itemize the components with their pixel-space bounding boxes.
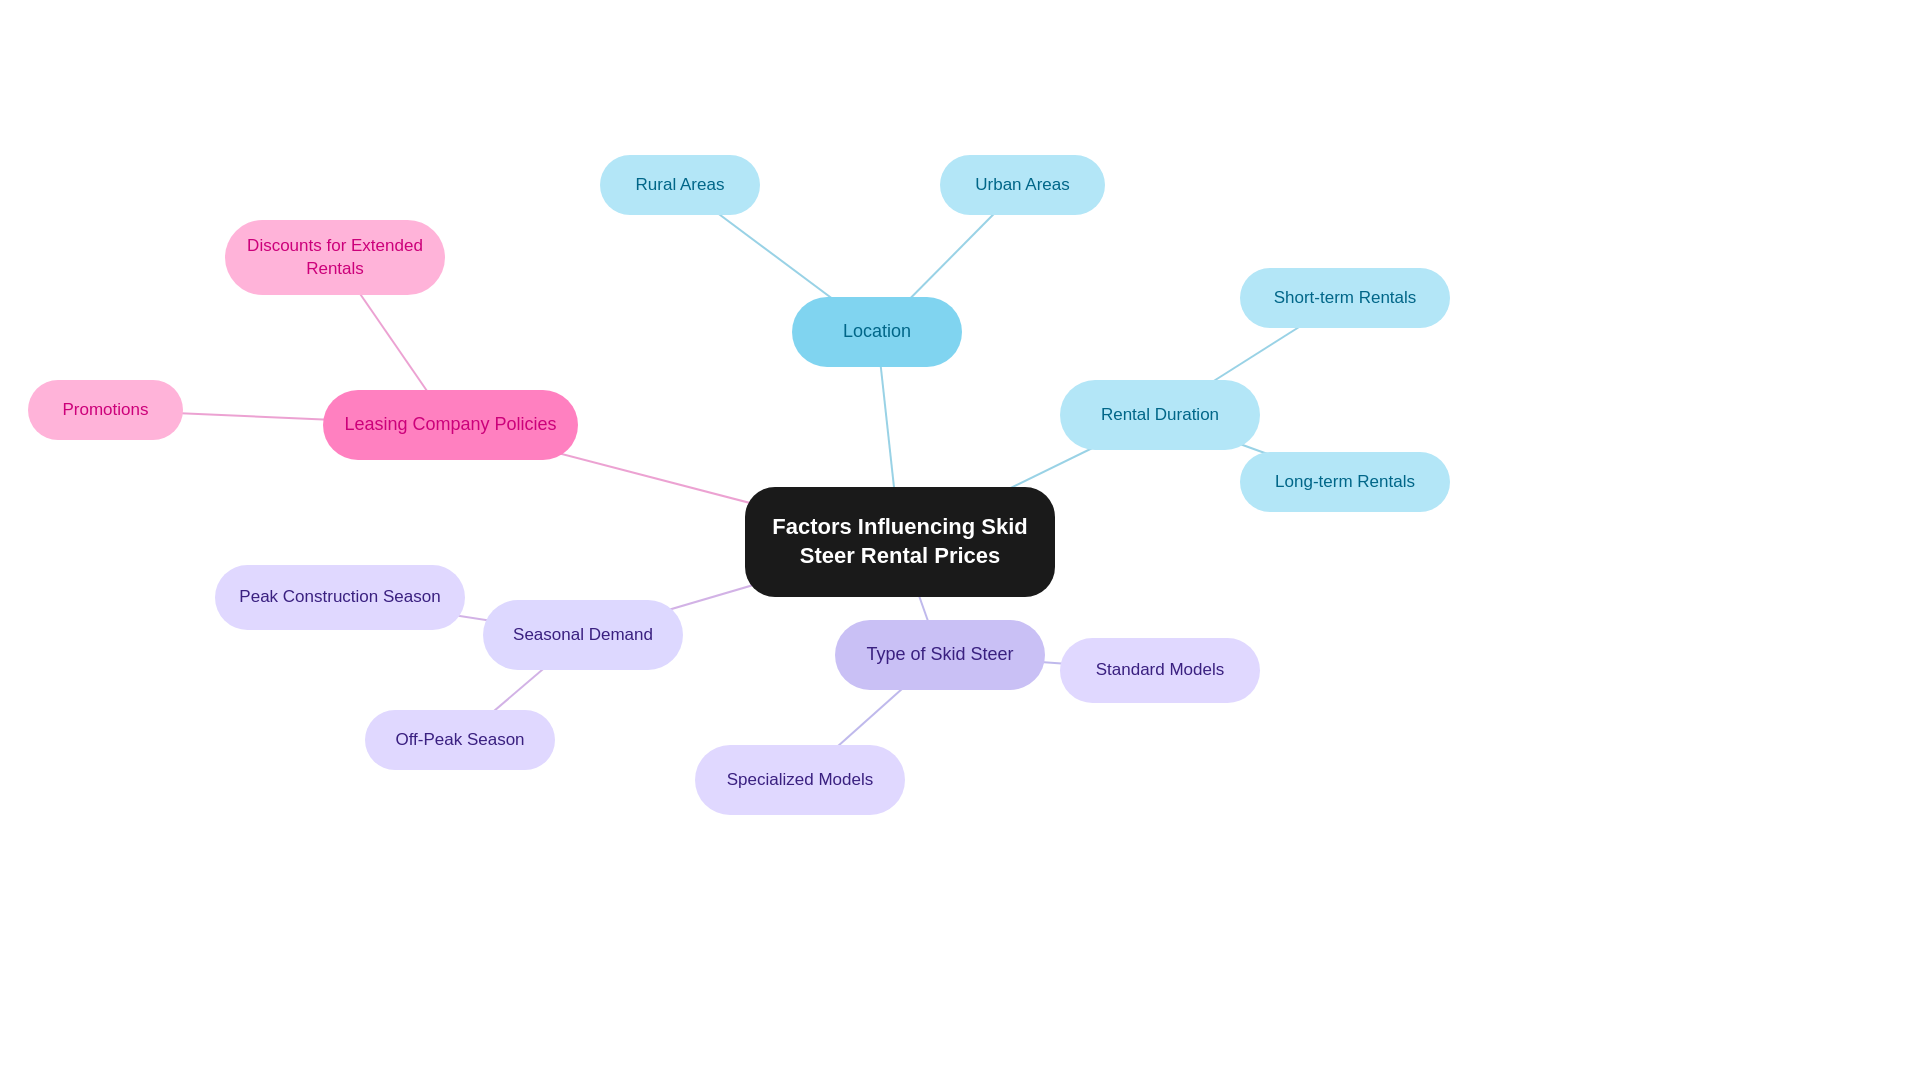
node-peak_season: Peak Construction Season bbox=[215, 565, 465, 630]
node-urban_areas: Urban Areas bbox=[940, 155, 1105, 215]
node-seasonal_demand: Seasonal Demand bbox=[483, 600, 683, 670]
node-discounts: Discounts for Extended Rentals bbox=[225, 220, 445, 295]
node-specialized: Specialized Models bbox=[695, 745, 905, 815]
node-rental_duration: Rental Duration bbox=[1060, 380, 1260, 450]
node-short_term: Short-term Rentals bbox=[1240, 268, 1450, 328]
node-leasing_policies: Leasing Company Policies bbox=[323, 390, 578, 460]
node-type_skid: Type of Skid Steer bbox=[835, 620, 1045, 690]
node-long_term: Long-term Rentals bbox=[1240, 452, 1450, 512]
node-promotions: Promotions bbox=[28, 380, 183, 440]
node-rural_areas: Rural Areas bbox=[600, 155, 760, 215]
node-off_peak: Off-Peak Season bbox=[365, 710, 555, 770]
node-standard: Standard Models bbox=[1060, 638, 1260, 703]
node-location: Location bbox=[792, 297, 962, 367]
mind-map-container: Factors Influencing Skid Steer Rental Pr… bbox=[0, 0, 1920, 1083]
node-center: Factors Influencing Skid Steer Rental Pr… bbox=[745, 487, 1055, 597]
